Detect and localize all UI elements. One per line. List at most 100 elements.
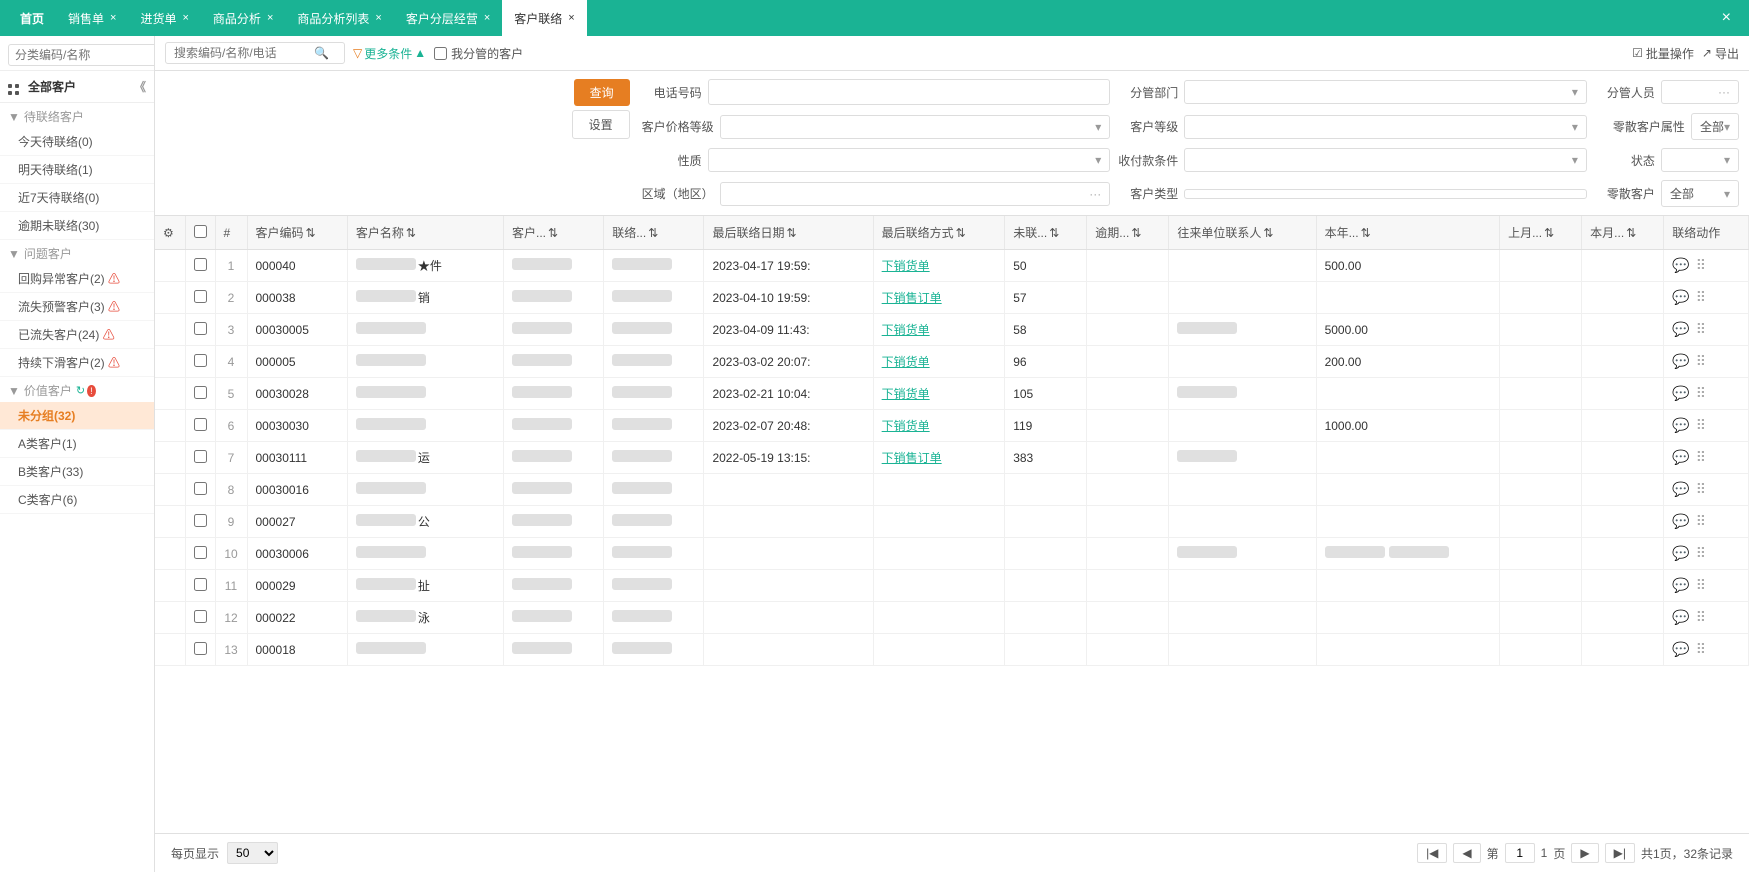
last-contact-way[interactable]: 下销货单 — [873, 410, 1005, 442]
row-settings[interactable] — [155, 506, 185, 538]
sidebar-item-class-b[interactable]: B类客户(33) — [0, 458, 154, 486]
last-contact-way-col-header[interactable]: 最后联络方式 ⇅ — [873, 216, 1005, 250]
last-contact-way[interactable]: 下销货单 — [873, 346, 1005, 378]
row-checkbox[interactable] — [185, 378, 215, 410]
sidebar-item-tomorrow[interactable]: 明天待联络(1) — [0, 156, 154, 184]
sidebar-item-ungroup[interactable]: 未分组(32) — [0, 402, 154, 430]
row-settings[interactable] — [155, 474, 185, 506]
row-checkbox[interactable] — [185, 506, 215, 538]
last-contact-way[interactable]: 下销货单 — [873, 314, 1005, 346]
filter-input-scattered2[interactable]: 全部▾ — [1661, 180, 1739, 207]
row-settings[interactable] — [155, 634, 185, 666]
contact-icon[interactable]: 💬 — [1672, 545, 1689, 562]
more-actions-icon[interactable]: ⠿ — [1696, 385, 1706, 402]
type-col-header[interactable]: 客户... ⇅ — [504, 216, 604, 250]
row-checkbox[interactable] — [185, 570, 215, 602]
checkbox-col-header[interactable] — [185, 216, 215, 250]
row-settings[interactable] — [155, 250, 185, 282]
contact-icon[interactable]: 💬 — [1672, 481, 1689, 498]
filter-input-customer-level[interactable]: ▾ — [1184, 115, 1587, 139]
more-conditions-button[interactable]: ▽ 更多条件 ▲ — [353, 45, 426, 62]
last-month-col-header[interactable]: 上月... ⇅ — [1500, 216, 1582, 250]
filter-input-region[interactable]: ··· — [720, 182, 1111, 206]
row-settings[interactable] — [155, 442, 185, 474]
close-window-button[interactable]: × — [1712, 9, 1741, 27]
sidebar-item-week[interactable]: 近7天待联络(0) — [0, 184, 154, 212]
next-page-button[interactable]: ▶ — [1571, 843, 1598, 863]
sidebar-item-churn-warning[interactable]: 流失预警客户(3) ⚠ — [0, 293, 154, 321]
row-checkbox[interactable] — [185, 314, 215, 346]
sidebar-item-declining[interactable]: 持续下滑客户(2) ⚠ — [0, 349, 154, 377]
collapse-icon[interactable]: 《 — [134, 78, 146, 95]
settings-col-header[interactable]: ⚙ — [155, 216, 185, 250]
row-settings[interactable] — [155, 378, 185, 410]
my-customers-checkbox[interactable]: 我分管的客户 — [434, 45, 523, 62]
sidebar-item-today[interactable]: 今天待联络(0) — [0, 128, 154, 156]
tab-product-analysis[interactable]: 商品分析 × — [201, 0, 285, 36]
more-actions-icon[interactable]: ⠿ — [1696, 545, 1706, 562]
group-title-value[interactable]: ▼ 价值客户 ↻ ! — [0, 377, 154, 402]
sidebar-item-repurchase-abnormal[interactable]: 回购异常客户(2) ⚠ — [0, 265, 154, 293]
close-icon[interactable]: × — [484, 12, 490, 24]
more-icon[interactable]: ··· — [1089, 187, 1101, 201]
close-icon[interactable]: × — [267, 12, 273, 24]
last-contact-date-col-header[interactable]: 最后联络日期 ⇅ — [704, 216, 873, 250]
more-actions-icon[interactable]: ⠿ — [1696, 321, 1706, 338]
filter-input-person[interactable]: ··· — [1661, 80, 1739, 104]
query-button[interactable]: 查询 — [574, 79, 630, 106]
reset-button[interactable]: 设置 — [572, 110, 630, 139]
last-contact-way[interactable]: 下销货单 — [873, 250, 1005, 282]
contact-icon[interactable]: 💬 — [1672, 353, 1689, 370]
this-year-col-header[interactable]: 本年... ⇅ — [1316, 216, 1500, 250]
close-icon[interactable]: × — [110, 12, 116, 24]
row-checkbox[interactable] — [185, 250, 215, 282]
more-actions-icon[interactable]: ⠿ — [1696, 513, 1706, 530]
row-settings[interactable] — [155, 282, 185, 314]
row-settings[interactable] — [155, 410, 185, 442]
more-actions-icon[interactable]: ⠿ — [1696, 289, 1706, 306]
search-box[interactable]: 🔍 — [165, 42, 345, 64]
group-title-pending[interactable]: ▼ 待联络客户 — [0, 103, 154, 128]
close-icon[interactable]: × — [375, 12, 381, 24]
more-icon[interactable]: ··· — [1718, 85, 1730, 99]
filter-input-payment[interactable]: ▾ — [1184, 148, 1587, 172]
row-checkbox[interactable] — [185, 442, 215, 474]
row-checkbox[interactable] — [185, 634, 215, 666]
contact-icon[interactable]: 💬 — [1672, 641, 1689, 658]
row-settings[interactable] — [155, 538, 185, 570]
last-contact-way[interactable]: 下销售订单 — [873, 442, 1005, 474]
per-page-select[interactable]: 50 100 — [227, 842, 278, 864]
tab-customer-contact[interactable]: 客户联络 × — [502, 0, 586, 36]
code-col-header[interactable]: 客户编码 ⇅ — [247, 216, 347, 250]
row-checkbox[interactable] — [185, 602, 215, 634]
contact-icon[interactable]: 💬 — [1672, 417, 1689, 434]
more-actions-icon[interactable]: ⠿ — [1696, 353, 1706, 370]
prev-page-button[interactable]: ◀ — [1453, 843, 1480, 863]
more-actions-icon[interactable]: ⠿ — [1696, 641, 1706, 658]
this-month-col-header[interactable]: 本月... ⇅ — [1582, 216, 1664, 250]
contact-col-header[interactable]: 联络... ⇅ — [604, 216, 704, 250]
row-checkbox[interactable] — [185, 346, 215, 378]
close-icon[interactable]: × — [568, 12, 574, 24]
tab-purchase-order[interactable]: 进货单 × — [128, 0, 200, 36]
last-contact-way[interactable]: 下销售订单 — [873, 282, 1005, 314]
sidebar-item-churned[interactable]: 已流失客户(24) ⚠ — [0, 321, 154, 349]
last-contact-way[interactable]: 下销货单 — [873, 378, 1005, 410]
not-contacted-col-header[interactable]: 未联... ⇅ — [1005, 216, 1087, 250]
contact-icon[interactable]: 💬 — [1672, 257, 1689, 274]
filter-input-nature[interactable]: ▾ — [708, 148, 1111, 172]
more-actions-icon[interactable]: ⠿ — [1696, 577, 1706, 594]
all-customers-header[interactable]: 全部客户 《 — [0, 71, 154, 103]
row-checkbox[interactable] — [185, 474, 215, 506]
sidebar-item-class-a[interactable]: A类客户(1) — [0, 430, 154, 458]
contact-icon[interactable]: 💬 — [1672, 385, 1689, 402]
filter-input-status[interactable]: ▾ — [1661, 148, 1739, 172]
overdue-col-header[interactable]: 逾期... ⇅ — [1087, 216, 1169, 250]
search-input[interactable] — [174, 46, 314, 60]
export-button[interactable]: ↗ 导出 — [1702, 45, 1739, 62]
group-title-problem[interactable]: ▼ 问题客户 — [0, 240, 154, 265]
contact-icon[interactable]: 💬 — [1672, 321, 1689, 338]
search-icon[interactable]: 🔍 — [314, 46, 329, 60]
category-search-input[interactable] — [8, 44, 155, 66]
filter-input-scattered[interactable]: 全部▾ — [1691, 113, 1739, 140]
